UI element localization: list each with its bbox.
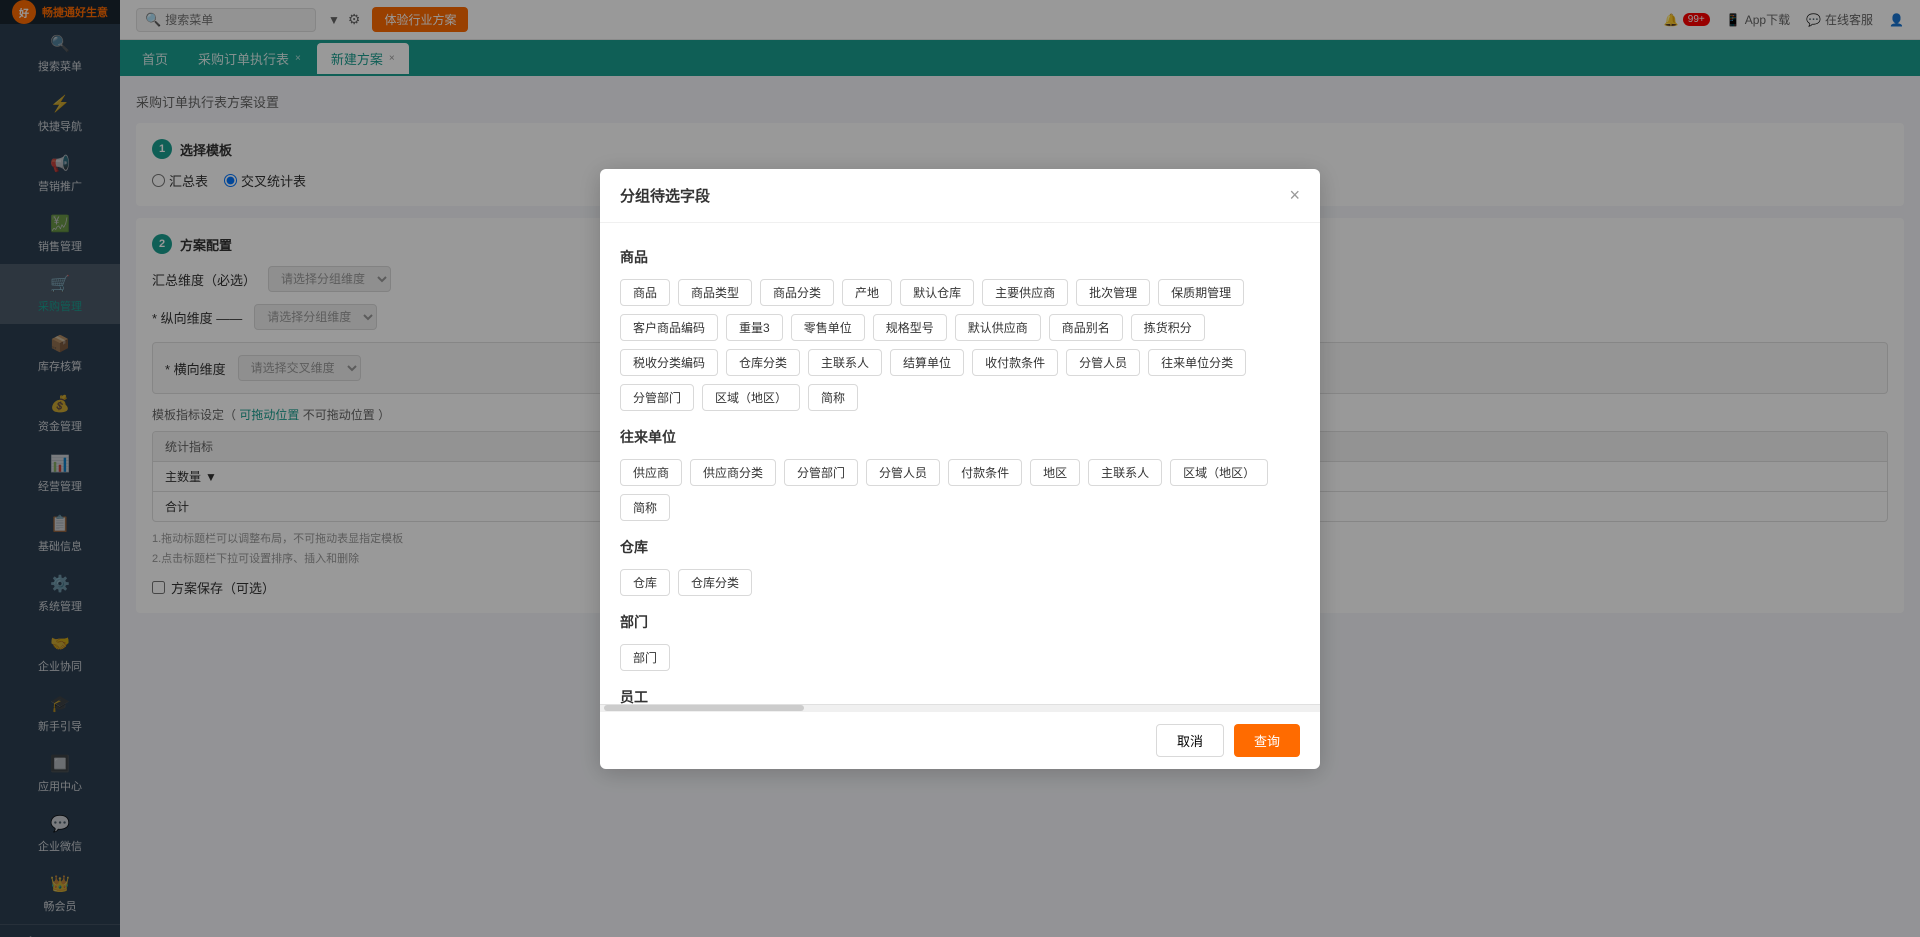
modal-header: 分组待选字段 × [600,169,1320,223]
field-group-title-2: 仓库 [620,537,1300,557]
scrollbar-thumb[interactable] [604,705,804,710]
field-tag-0-20[interactable]: 分管人员 [1066,349,1140,376]
modal-body: 商品商品商品类型商品分类产地默认仓库主要供应商批次管理保质期管理客户商品编码重量… [600,223,1320,705]
field-tag-0-18[interactable]: 结算单位 [890,349,964,376]
confirm-button[interactable]: 查询 [1234,724,1300,757]
field-group-title-4: 员工 [620,687,1300,705]
field-tag-0-6[interactable]: 批次管理 [1076,279,1150,306]
horizontal-scrollbar[interactable] [600,704,1320,710]
field-tag-0-0[interactable]: 商品 [620,279,670,306]
field-tag-0-13[interactable]: 商品别名 [1049,314,1123,341]
field-tag-0-9[interactable]: 重量3 [726,314,783,341]
field-group-title-0: 商品 [620,247,1300,267]
field-tag-0-22[interactable]: 分管部门 [620,384,694,411]
field-tag-1-7[interactable]: 区域（地区） [1170,459,1268,486]
field-tag-0-24[interactable]: 简称 [808,384,858,411]
field-tag-0-19[interactable]: 收付款条件 [972,349,1058,376]
field-group-title-1: 往来单位 [620,427,1300,447]
field-tags-3: 部门 [620,644,1300,671]
field-tag-0-12[interactable]: 默认供应商 [955,314,1041,341]
field-tag-1-4[interactable]: 付款条件 [948,459,1022,486]
field-tag-1-3[interactable]: 分管人员 [866,459,940,486]
field-tag-1-1[interactable]: 供应商分类 [690,459,776,486]
field-tags-1: 供应商供应商分类分管部门分管人员付款条件地区主联系人区域（地区） 简称 [620,459,1300,521]
field-tag-1-6[interactable]: 主联系人 [1088,459,1162,486]
field-tag-1-2[interactable]: 分管部门 [784,459,858,486]
field-tags-0: 商品商品类型商品分类产地默认仓库主要供应商批次管理保质期管理客户商品编码重量3 零… [620,279,1300,411]
field-tag-1-0[interactable]: 供应商 [620,459,682,486]
field-tag-0-8[interactable]: 客户商品编码 [620,314,718,341]
field-tag-3-0[interactable]: 部门 [620,644,670,671]
field-tag-0-7[interactable]: 保质期管理 [1158,279,1244,306]
field-tag-0-1[interactable]: 商品类型 [678,279,752,306]
field-tag-0-5[interactable]: 主要供应商 [982,279,1068,306]
field-tag-2-1[interactable]: 仓库分类 [678,569,752,596]
field-tag-1-5[interactable]: 地区 [1030,459,1080,486]
field-tag-0-4[interactable]: 默认仓库 [900,279,974,306]
field-tag-0-3[interactable]: 产地 [842,279,892,306]
field-tag-0-11[interactable]: 规格型号 [873,314,947,341]
field-select-modal: 分组待选字段 × 商品商品商品类型商品分类产地默认仓库主要供应商批次管理保质期管… [600,169,1320,769]
field-tag-0-15[interactable]: 税收分类编码 [620,349,718,376]
field-tag-2-0[interactable]: 仓库 [620,569,670,596]
modal-overlay[interactable]: 分组待选字段 × 商品商品商品类型商品分类产地默认仓库主要供应商批次管理保质期管… [0,0,1920,937]
field-tag-0-21[interactable]: 往来单位分类 [1148,349,1246,376]
field-tag-0-16[interactable]: 仓库分类 [726,349,800,376]
field-tag-0-17[interactable]: 主联系人 [808,349,882,376]
field-tag-0-2[interactable]: 商品分类 [760,279,834,306]
cancel-button[interactable]: 取消 [1156,724,1224,757]
field-tag-0-14[interactable]: 拣货积分 [1131,314,1205,341]
field-tags-2: 仓库仓库分类 [620,569,1300,596]
modal-footer: 取消 查询 [600,711,1320,769]
field-tag-0-23[interactable]: 区域（地区） [702,384,800,411]
field-group-title-3: 部门 [620,612,1300,632]
field-tag-0-10[interactable]: 零售单位 [791,314,865,341]
modal-close-button[interactable]: × [1289,185,1300,206]
field-tag-1-8[interactable]: 简称 [620,494,670,521]
modal-title: 分组待选字段 [620,185,710,206]
